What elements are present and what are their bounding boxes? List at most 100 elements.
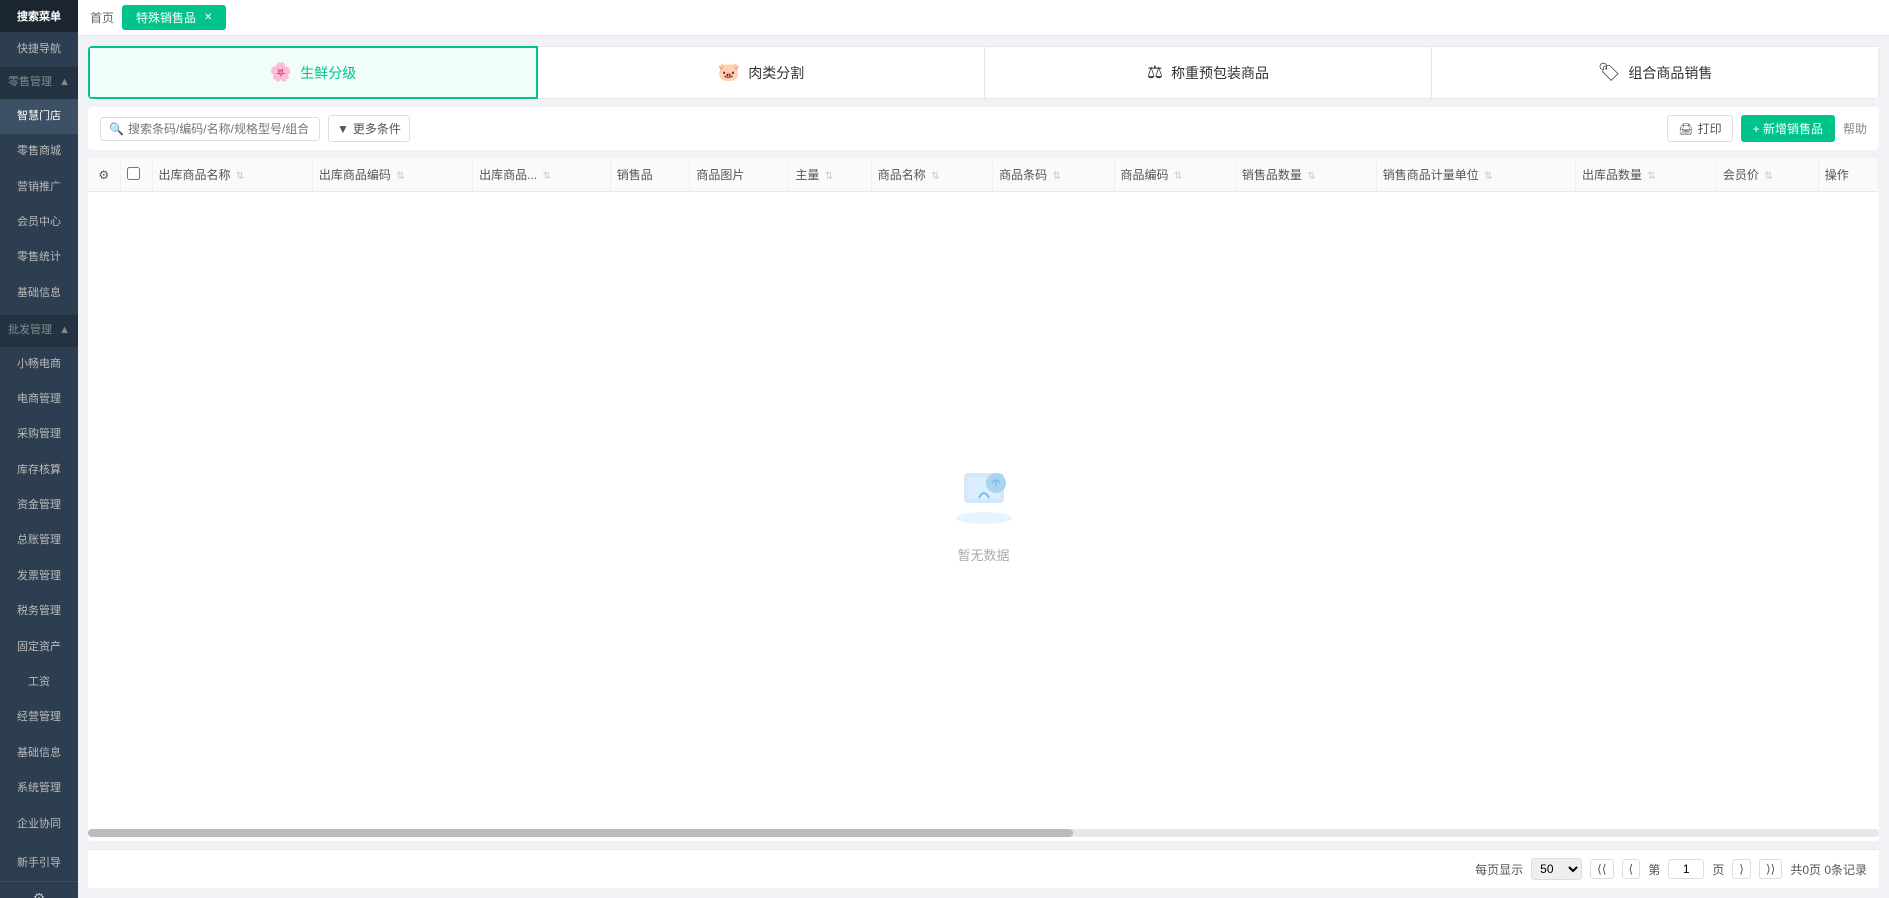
th-settings[interactable]: ⚙ xyxy=(88,158,120,192)
pagination: 每页显示 50 100 200 ⟨⟨ ⟨ 第 1 页 ⟩ ⟩⟩ 共0页 0条记录 xyxy=(88,849,1879,888)
sidebar-item-fixed-assets[interactable]: 固定资产 xyxy=(0,630,78,665)
empty-state: 暂无数据 xyxy=(88,192,1879,825)
weigh-icon: ⚖ xyxy=(1147,62,1163,83)
th-sale-product[interactable]: 销售品 xyxy=(610,158,690,192)
sidebar-item-wholesale[interactable]: 批发管理 ▲ xyxy=(0,315,78,346)
page-input[interactable]: 1 xyxy=(1668,859,1704,879)
sort-icon: ⇅ xyxy=(396,171,404,182)
print-icon: 🖨 xyxy=(1678,122,1693,136)
sidebar-item-inventory[interactable]: 库存核算 xyxy=(0,453,78,488)
sort-icon: ⇅ xyxy=(1053,171,1061,182)
toolbar: 🔍 ▼ 更多条件 🖨 打印 + 新增销售品 帮助 xyxy=(88,107,1879,150)
sidebar-item-retail[interactable]: 零售管理 ▲ xyxy=(0,67,78,98)
th-operations[interactable]: 操作 xyxy=(1818,158,1878,192)
horizontal-scrollbar[interactable] xyxy=(88,829,1879,837)
search-icon: 🔍 xyxy=(109,122,124,136)
th-checkbox[interactable] xyxy=(120,158,152,192)
sidebar-item-tax[interactable]: 税务管理 xyxy=(0,594,78,629)
sidebar-item-collab[interactable]: 企业协同 xyxy=(0,807,78,842)
th-out-product-name[interactable]: 出库商品名称 ⇅ xyxy=(152,158,312,192)
th-product-name[interactable]: 商品名称 ⇅ xyxy=(871,158,992,192)
sidebar-item-basic-info[interactable]: 基础信息 xyxy=(0,276,78,311)
gear-icon[interactable]: ⚙ xyxy=(33,890,46,898)
sidebar-item-marketing[interactable]: 营销推广 xyxy=(0,170,78,205)
cat-tab-meat[interactable]: 🐷 肉类分割 xyxy=(538,46,985,99)
next-page-button[interactable]: ⟩ xyxy=(1732,859,1751,879)
sidebar-logo[interactable]: 搜索菜单 xyxy=(0,0,78,32)
th-sale-qty[interactable]: 销售品数量 ⇅ xyxy=(1235,158,1376,192)
sidebar-item-salary[interactable]: 工资 xyxy=(0,665,78,700)
th-out-product-code[interactable]: 出库商品编码 ⇅ xyxy=(312,158,472,192)
cat-tab-weigh[interactable]: ⚖ 称重预包装商品 xyxy=(985,46,1432,99)
sidebar-item-member[interactable]: 会员中心 xyxy=(0,205,78,240)
th-unit[interactable]: 销售商品计量单位 ⇅ xyxy=(1376,158,1575,192)
sidebar-item-guide[interactable]: 新手引导 xyxy=(0,846,78,881)
topbar: 首页 特殊销售品 ✕ xyxy=(78,0,1889,36)
empty-text: 暂无数据 xyxy=(957,545,1009,564)
search-input[interactable] xyxy=(128,122,308,136)
filter-icon: ▼ xyxy=(337,122,349,136)
toolbar-left: 🔍 ▼ 更多条件 xyxy=(100,115,410,142)
sidebar-item-ledger[interactable]: 总账管理 xyxy=(0,523,78,558)
per-page-select[interactable]: 50 100 200 xyxy=(1531,858,1582,880)
sort-icon: ⇅ xyxy=(1647,171,1655,182)
empty-icon xyxy=(944,453,1024,533)
sidebar: 搜索菜单 快捷导航 零售管理 ▲ 智慧门店 零售商城 营销推广 会员中心 零售统… xyxy=(0,0,78,898)
combo-icon: 🏷 xyxy=(1598,62,1621,83)
th-barcode[interactable]: 商品条码 ⇅ xyxy=(993,158,1114,192)
cat-tab-fresh[interactable]: 🌸 生鲜分级 xyxy=(88,46,538,99)
total-label: 共0页 0条记录 xyxy=(1790,861,1867,878)
sort-icon: ⇅ xyxy=(1307,171,1315,182)
prev-page-button[interactable]: ⟨ xyxy=(1622,859,1641,879)
main-area: 首页 特殊销售品 ✕ 🌸 生鲜分级 🐷 肉类分割 ⚖ 称重预包装商品 🏷 组合商… xyxy=(78,0,1889,898)
sort-icon: ⇅ xyxy=(1484,171,1492,182)
topbar-tab-special-sales[interactable]: 特殊销售品 ✕ xyxy=(122,5,226,30)
first-page-button[interactable]: ⟨⟨ xyxy=(1590,859,1613,879)
sidebar-item-basic-info2[interactable]: 基础信息 xyxy=(0,736,78,771)
sort-icon: ⇅ xyxy=(1174,171,1182,182)
sort-icon: ⇅ xyxy=(1764,171,1772,182)
sidebar-item-quicknav[interactable]: 快捷导航 xyxy=(0,32,78,67)
sidebar-item-retail-mall[interactable]: 零售商城 xyxy=(0,134,78,169)
sidebar-item-invoice[interactable]: 发票管理 xyxy=(0,559,78,594)
toolbar-right: 🖨 打印 + 新增销售品 帮助 xyxy=(1667,115,1867,142)
table-header-row: ⚙ 出库商品名称 ⇅ 出库商品编码 ⇅ 出库商品... ⇅ xyxy=(88,158,1879,192)
sidebar-item-system[interactable]: 系统管理 xyxy=(0,771,78,806)
search-box[interactable]: 🔍 xyxy=(100,117,320,141)
sidebar-item-ecommerce-mgmt[interactable]: 电商管理 xyxy=(0,382,78,417)
sort-icon: ⇅ xyxy=(236,171,244,182)
table-container: ⚙ 出库商品名称 ⇅ 出库商品编码 ⇅ 出库商品... ⇅ xyxy=(88,158,1879,841)
sort-icon: ⇅ xyxy=(931,171,939,182)
help-button[interactable]: 帮助 xyxy=(1843,120,1867,137)
fresh-icon: 🌸 xyxy=(270,62,292,83)
sidebar-item-retail-stats[interactable]: 零售统计 xyxy=(0,240,78,275)
th-product-image[interactable]: 商品图片 xyxy=(690,158,789,192)
th-product-code[interactable]: 商品编码 ⇅ xyxy=(1114,158,1235,192)
scrollbar-thumb[interactable] xyxy=(88,829,1073,837)
print-button[interactable]: 🖨 打印 xyxy=(1667,115,1732,142)
close-icon[interactable]: ✕ xyxy=(204,12,212,23)
sidebar-bottom: ⚙ xyxy=(0,881,78,898)
cat-tab-combo[interactable]: 🏷 组合商品销售 xyxy=(1432,46,1879,99)
meat-icon: 🐷 xyxy=(718,62,740,83)
th-main-quantity[interactable]: 主量 ⇅ xyxy=(789,158,871,192)
category-tabs: 🌸 生鲜分级 🐷 肉类分割 ⚖ 称重预包装商品 🏷 组合商品销售 xyxy=(88,46,1879,99)
add-button[interactable]: + 新增销售品 xyxy=(1741,115,1835,142)
select-all-checkbox[interactable] xyxy=(127,167,140,180)
content-area: 🌸 生鲜分级 🐷 肉类分割 ⚖ 称重预包装商品 🏷 组合商品销售 🔍 xyxy=(78,36,1889,898)
filter-button[interactable]: ▼ 更多条件 xyxy=(328,115,410,142)
page-label-after: 页 xyxy=(1712,861,1724,878)
last-page-button[interactable]: ⟩⟩ xyxy=(1759,859,1782,879)
sidebar-item-ecommerce-small[interactable]: 小畅电商 xyxy=(0,347,78,382)
data-table: ⚙ 出库商品名称 ⇅ 出库商品编码 ⇅ 出库商品... ⇅ xyxy=(88,158,1879,192)
sidebar-item-operations[interactable]: 经营管理 xyxy=(0,700,78,735)
page-label-before: 第 xyxy=(1648,861,1660,878)
sidebar-item-purchase[interactable]: 采购管理 xyxy=(0,417,78,452)
home-link[interactable]: 首页 xyxy=(90,9,114,26)
th-member-price[interactable]: 会员价 ⇅ xyxy=(1716,158,1818,192)
th-out-product-extra[interactable]: 出库商品... ⇅ xyxy=(473,158,611,192)
th-out-qty[interactable]: 出库品数量 ⇅ xyxy=(1576,158,1717,192)
sidebar-item-finance[interactable]: 资金管理 xyxy=(0,488,78,523)
sidebar-item-smart-store[interactable]: 智慧门店 xyxy=(0,99,78,134)
per-page-label: 每页显示 xyxy=(1475,861,1523,878)
